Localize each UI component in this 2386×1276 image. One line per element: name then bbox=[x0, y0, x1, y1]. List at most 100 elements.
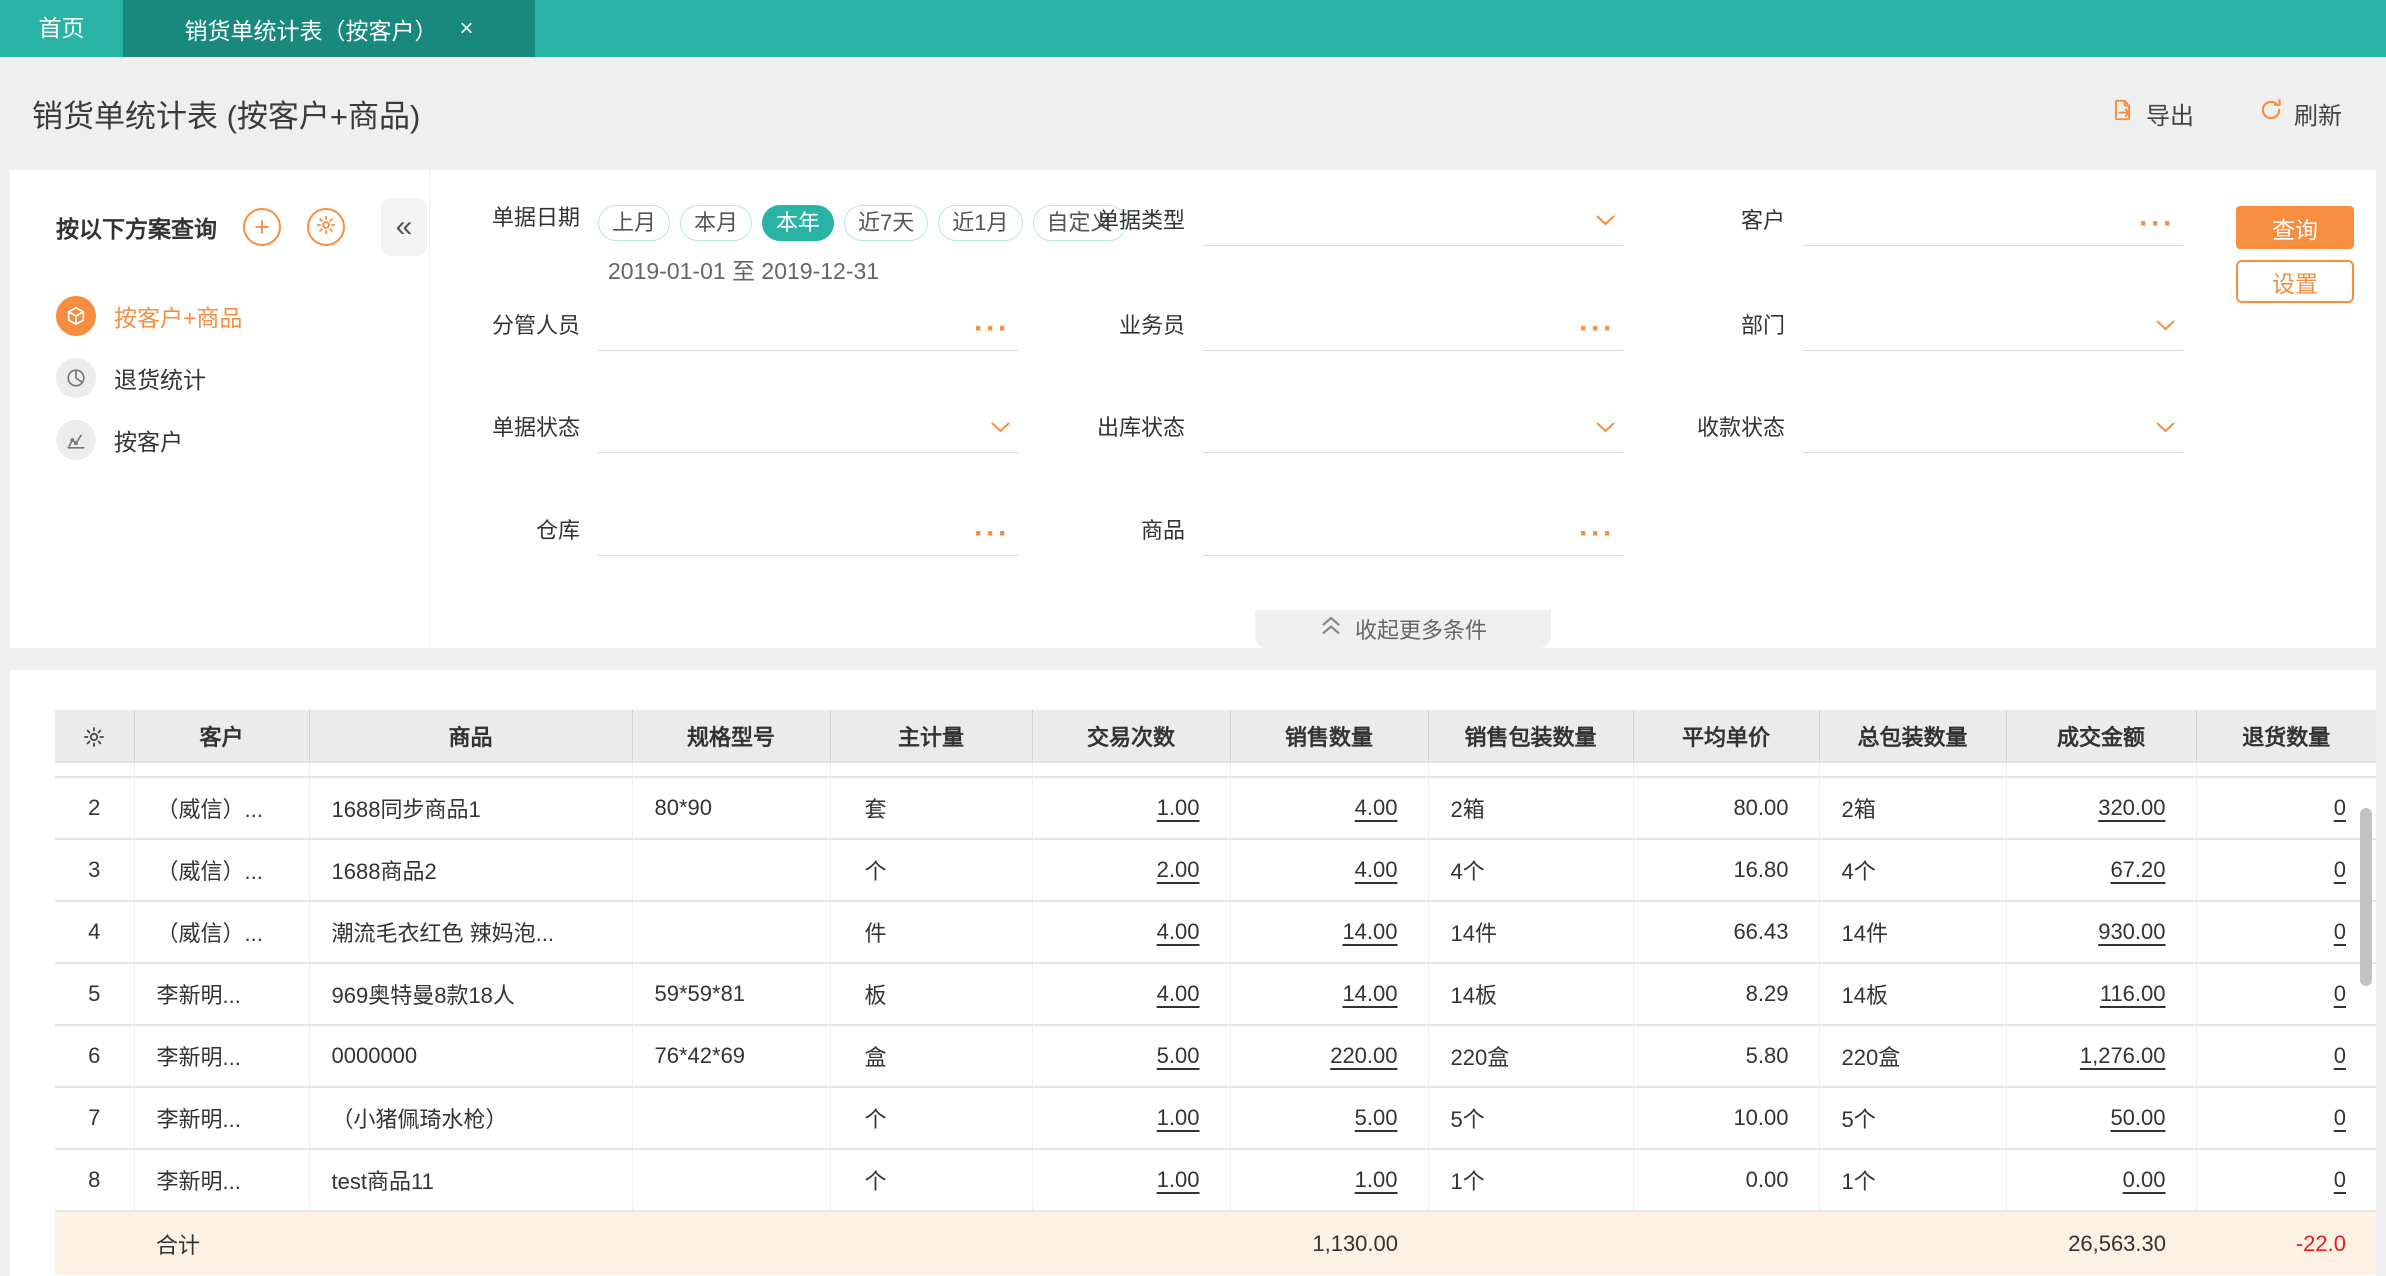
cell-total-pkg-qty: 1个 bbox=[1819, 1149, 2007, 1212]
tab-home[interactable]: 首页 bbox=[0, 0, 123, 57]
results-table: 客户 商品 规格型号 主计量 交易次数 销售数量 销售包装数量 平均单价 总包装… bbox=[55, 710, 2376, 1275]
column-header-total-pkg-qty: 总包装数量 bbox=[1819, 710, 2007, 763]
cell-txn-count-link[interactable]: 2.00 bbox=[1157, 857, 1200, 882]
cell-sales-qty-link[interactable]: 5.00 bbox=[1355, 1105, 1398, 1130]
sidebar-item-by-customer[interactable]: 按客户 bbox=[56, 420, 242, 460]
close-icon[interactable]: × bbox=[459, 15, 473, 43]
cell-sales-pkg-qty: 14件 bbox=[1428, 901, 1634, 964]
ellipsis-icon: ··· bbox=[1579, 312, 1615, 345]
manager-picker[interactable]: ··· bbox=[598, 305, 1018, 351]
gear-icon bbox=[315, 214, 337, 241]
cell-sales-pkg-qty: 220盒 bbox=[1428, 1025, 1634, 1088]
column-settings-button[interactable] bbox=[55, 710, 135, 763]
cell-avg-price: 5.80 bbox=[1633, 1025, 1820, 1088]
cell-amount-link[interactable]: 930.00 bbox=[2098, 919, 2165, 944]
cell-amount-link[interactable]: 50.00 bbox=[2110, 1105, 2165, 1130]
chevron-left-double-icon: « bbox=[395, 210, 413, 243]
payment-status-select[interactable] bbox=[1803, 407, 2183, 453]
cell-sales-qty-link[interactable]: 4.00 bbox=[1355, 795, 1398, 820]
cell-customer: 李新明... bbox=[134, 1087, 310, 1150]
vertical-scrollbar-thumb[interactable] bbox=[2360, 808, 2372, 986]
filter-label-warehouse: 仓库 bbox=[535, 518, 580, 543]
column-header-customer: 客户 bbox=[134, 710, 310, 763]
cell-txn-count-link[interactable]: 1.00 bbox=[1157, 1167, 1200, 1192]
cell-unit: 套 bbox=[830, 777, 1033, 840]
date-option-last-month[interactable]: 上月 bbox=[598, 205, 671, 241]
cell-txn-count-link[interactable]: 4.00 bbox=[1157, 981, 1200, 1006]
cell-unit: 个 bbox=[830, 839, 1033, 902]
cell-amount-link[interactable]: 0.00 bbox=[2123, 1167, 2166, 1192]
pie-icon bbox=[56, 358, 96, 398]
cell-txn-count-link[interactable]: 1.00 bbox=[1157, 1105, 1200, 1130]
cell-sales-qty-link[interactable]: 220.00 bbox=[1330, 1043, 1397, 1068]
cell-spec: 80*90 bbox=[632, 777, 831, 840]
filter-panel: 按以下方案查询 + « 按客户+商品 退货统计 按客户 单据日期 上月 本月 本… bbox=[10, 170, 2376, 648]
cell-sales-qty-link[interactable]: 4.00 bbox=[1355, 857, 1398, 882]
doc-status-select[interactable] bbox=[598, 407, 1018, 453]
column-header-txn-count: 交易次数 bbox=[1032, 710, 1231, 763]
sidebar-title: 按以下方案查询 bbox=[56, 216, 217, 242]
cell-unit: 盒 bbox=[830, 1025, 1033, 1088]
cell-return-qty-link[interactable]: 0 bbox=[2334, 795, 2346, 820]
cell-amount-link[interactable]: 116.00 bbox=[2100, 981, 2166, 1006]
date-quick-options: 上月 本月 本年 近7天 近1月 自定义 bbox=[598, 205, 1127, 243]
ellipsis-icon: ··· bbox=[1579, 517, 1615, 550]
cell-txn-count-link[interactable]: 5.00 bbox=[1157, 1043, 1200, 1068]
cell-return-qty-link[interactable]: 0 bbox=[2334, 981, 2346, 1006]
date-option-last-7-days[interactable]: 近7天 bbox=[844, 205, 929, 241]
sidebar-item-by-customer-product[interactable]: 按客户+商品 bbox=[56, 296, 242, 336]
cell-sales-qty-link[interactable]: 14.00 bbox=[1342, 981, 1397, 1006]
tab-sales-report[interactable]: 销货单统计表（按客户） × bbox=[123, 0, 535, 57]
row-index: 5 bbox=[55, 963, 135, 1026]
cell-spec bbox=[632, 1149, 831, 1212]
table-row: 5 李新明... 969奥特曼8款18人 59*59*81 板 4.00 14.… bbox=[55, 963, 2376, 1026]
cell-amount-link[interactable]: 67.20 bbox=[2110, 857, 2165, 882]
doc-type-select[interactable] bbox=[1203, 200, 1623, 246]
chevron-up-double-icon bbox=[1319, 615, 1343, 643]
cell-return-qty-link[interactable]: 0 bbox=[2334, 1167, 2346, 1192]
sidebar-item-return-stats[interactable]: 退货统计 bbox=[56, 358, 242, 398]
refresh-button[interactable]: 刷新 bbox=[2258, 96, 2342, 131]
settings-button[interactable]: 设置 bbox=[2236, 260, 2354, 303]
plus-icon: + bbox=[254, 211, 270, 242]
cell-return-qty-link[interactable]: 0 bbox=[2334, 857, 2346, 882]
cell-return-qty-link[interactable]: 0 bbox=[2334, 919, 2346, 944]
date-option-this-month[interactable]: 本月 bbox=[680, 205, 753, 241]
cell-sales-qty-link[interactable]: 14.00 bbox=[1342, 919, 1397, 944]
cell-sales-qty-link[interactable]: 1.00 bbox=[1355, 1167, 1398, 1192]
page-header: 销货单统计表 (按客户+商品) 导出 刷新 bbox=[0, 57, 2386, 170]
results-table-panel: 客户 商品 规格型号 主计量 交易次数 销售数量 销售包装数量 平均单价 总包装… bbox=[10, 670, 2376, 1276]
cell-spec bbox=[632, 1087, 831, 1150]
add-scheme-button[interactable]: + bbox=[243, 208, 281, 246]
department-select[interactable] bbox=[1803, 305, 2183, 351]
totals-amount: 26,563.30 bbox=[2006, 1211, 2196, 1275]
cell-avg-price: 16.80 bbox=[1633, 839, 1820, 902]
scheme-settings-button[interactable] bbox=[307, 208, 345, 246]
cell-return-qty-link[interactable]: 0 bbox=[2334, 1043, 2346, 1068]
cell-product: 1688商品2 bbox=[309, 839, 633, 902]
salesman-picker[interactable]: ··· bbox=[1203, 305, 1623, 351]
cell-spec bbox=[632, 901, 831, 964]
date-option-this-year[interactable]: 本年 bbox=[762, 205, 835, 241]
outbound-status-select[interactable] bbox=[1203, 407, 1623, 453]
cell-total-pkg-qty: 2箱 bbox=[1819, 777, 2007, 840]
date-range-value[interactable]: 2019-01-01 至 2019-12-31 bbox=[608, 252, 879, 286]
cell-unit: 件 bbox=[830, 901, 1033, 964]
date-option-last-1-month[interactable]: 近1月 bbox=[938, 205, 1023, 241]
query-button[interactable]: 查询 bbox=[2236, 206, 2354, 249]
export-button[interactable]: 导出 bbox=[2110, 96, 2194, 131]
warehouse-picker[interactable]: ··· bbox=[598, 510, 1018, 556]
cell-return-qty-link[interactable]: 0 bbox=[2334, 1105, 2346, 1130]
cell-avg-price: 8.29 bbox=[1633, 963, 1820, 1026]
collapse-more-conditions[interactable]: 收起更多条件 bbox=[1255, 610, 1551, 648]
cell-txn-count-link[interactable]: 4.00 bbox=[1157, 919, 1200, 944]
filter-label-doc-status: 单据状态 bbox=[491, 415, 580, 440]
sidebar-collapse-button[interactable]: « bbox=[381, 198, 427, 256]
customer-picker[interactable]: ··· bbox=[1803, 200, 2183, 246]
cell-sales-pkg-qty: 4个 bbox=[1428, 839, 1634, 902]
cell-txn-count-link[interactable]: 1.00 bbox=[1157, 795, 1200, 820]
cell-amount-link[interactable]: 1,276.00 bbox=[2080, 1043, 2166, 1068]
product-picker[interactable]: ··· bbox=[1203, 510, 1623, 556]
cell-amount-link[interactable]: 320.00 bbox=[2098, 795, 2165, 820]
cell-customer: （威信）... bbox=[134, 901, 310, 964]
